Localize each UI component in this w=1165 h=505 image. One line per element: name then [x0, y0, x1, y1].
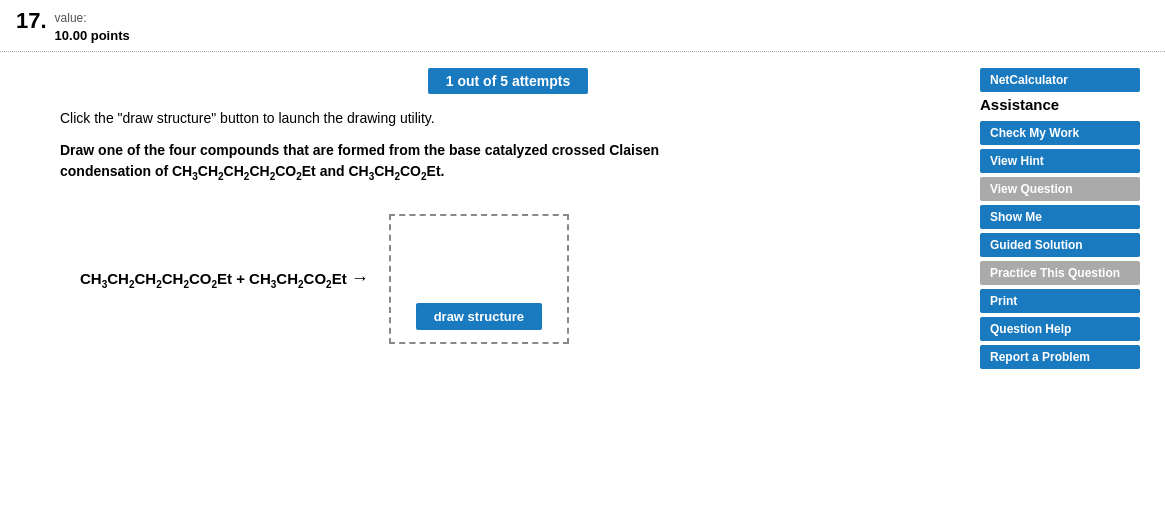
net-calculator-button[interactable]: NetCalculator [980, 68, 1140, 92]
reaction-formula: CH3CH2CH2CH2CO2Et + CH3CH2CO2Et → [80, 268, 369, 290]
report-a-problem-button[interactable]: Report a Problem [980, 345, 1140, 369]
check-my-work-button[interactable]: Check My Work [980, 121, 1140, 145]
attempts-badge: 1 out of 5 attempts [428, 68, 588, 94]
instruction-line1: Click the "draw structure" button to lau… [60, 110, 956, 126]
view-question-button[interactable]: View Question [980, 177, 1140, 201]
attempts-bar: 1 out of 5 attempts [60, 68, 956, 94]
question-number: 17. [16, 10, 47, 32]
value-label: value: [55, 10, 130, 27]
view-hint-button[interactable]: View Hint [980, 149, 1140, 173]
points-value: 10.00 points [55, 27, 130, 45]
main-content: 1 out of 5 attempts Click the "draw stru… [0, 52, 1165, 389]
draw-box: draw structure [389, 214, 569, 344]
practice-this-question-button[interactable]: Practice This Question [980, 261, 1140, 285]
assistance-title: Assistance [980, 96, 1153, 113]
print-button[interactable]: Print [980, 289, 1140, 313]
guided-solution-button[interactable]: Guided Solution [980, 233, 1140, 257]
right-panel: NetCalculator Assistance Check My Work V… [980, 52, 1165, 389]
draw-structure-button[interactable]: draw structure [416, 303, 542, 330]
left-panel: 1 out of 5 attempts Click the "draw stru… [0, 52, 980, 389]
show-me-button[interactable]: Show Me [980, 205, 1140, 229]
question-help-button[interactable]: Question Help [980, 317, 1140, 341]
question-header: 17. value: 10.00 points [0, 0, 1165, 52]
reaction-area: CH3CH2CH2CH2CO2Et + CH3CH2CO2Et → draw s… [80, 214, 956, 344]
description-text: Draw one of the four compounds that are … [60, 140, 956, 184]
